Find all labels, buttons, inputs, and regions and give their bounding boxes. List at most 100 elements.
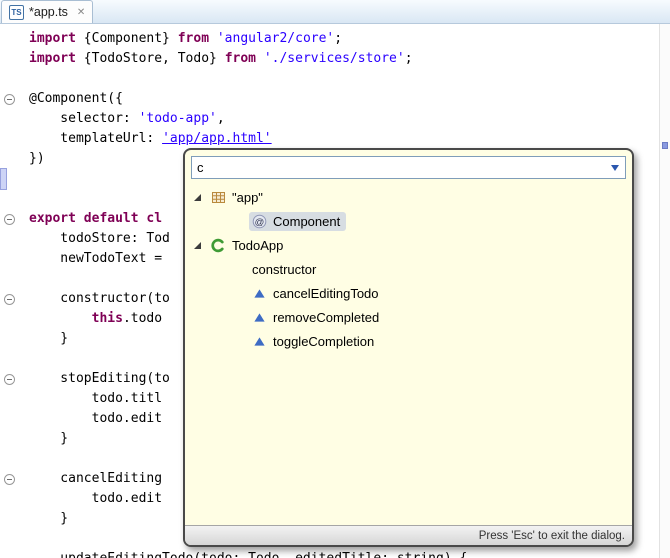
tab-app-ts[interactable]: TS *app.ts ✕ bbox=[1, 0, 94, 23]
gutter-cell bbox=[0, 109, 18, 129]
dropdown-arrow-icon[interactable] bbox=[611, 164, 619, 171]
gutter-cell bbox=[0, 329, 18, 349]
dialog-status-bar: Press 'Esc' to exit the dialog. bbox=[185, 525, 632, 545]
tree-item-content: constructor bbox=[249, 260, 322, 279]
gutter-cell bbox=[0, 529, 18, 549]
outline-tree: "app" @ Component TodoApp constructor cancelE… bbox=[185, 182, 632, 353]
code-text: cancelEditing bbox=[29, 471, 163, 486]
ruler-annotation-marker[interactable] bbox=[662, 142, 668, 149]
gutter-cell bbox=[0, 69, 18, 89]
method-icon bbox=[252, 286, 267, 301]
code-text: todoStore: Tod bbox=[29, 231, 170, 246]
ide-window: TS *app.ts ✕ import {Component} from 'an… bbox=[0, 0, 670, 558]
method-icon bbox=[252, 334, 267, 349]
code-text: export default cl bbox=[29, 211, 163, 226]
tree-item-content: TodoApp bbox=[208, 236, 289, 255]
code-text: todo.titl bbox=[29, 391, 163, 406]
gutter-cell bbox=[0, 129, 18, 149]
fold-collapse-icon[interactable] bbox=[0, 369, 18, 389]
gutter-cell bbox=[0, 49, 18, 69]
gutter-cell bbox=[0, 489, 18, 509]
outline-item-togglecompletion[interactable]: toggleCompletion bbox=[189, 329, 628, 353]
code-line[interactable] bbox=[0, 69, 670, 89]
tree-item-label: toggleCompletion bbox=[273, 333, 375, 349]
dialog-status-text: Press 'Esc' to exit the dialog. bbox=[478, 529, 625, 542]
class-icon bbox=[211, 238, 226, 253]
tree-item-content: removeCompleted bbox=[249, 308, 385, 327]
code-line[interactable]: @Component({ bbox=[0, 89, 670, 109]
code-text: todo.edit bbox=[29, 411, 163, 426]
code-line[interactable]: import {TodoStore, Todo} from './service… bbox=[0, 49, 670, 69]
code-text: templateUrl: 'app/app.html' bbox=[29, 131, 272, 146]
fold-collapse-icon[interactable] bbox=[0, 89, 18, 109]
fold-collapse-icon[interactable] bbox=[0, 289, 18, 309]
tab-close-icon[interactable]: ✕ bbox=[77, 7, 85, 18]
tree-item-content: "app" bbox=[208, 188, 269, 207]
tree-item-label: constructor bbox=[252, 261, 317, 277]
code-text: import {TodoStore, Todo} from './service… bbox=[29, 51, 413, 66]
outline-item-constructor[interactable]: constructor bbox=[189, 257, 628, 281]
tab-title: *app.ts bbox=[29, 5, 68, 19]
code-text: } bbox=[29, 431, 69, 446]
outline-filter-row bbox=[191, 156, 626, 179]
code-text: import {Component} from 'angular2/core'; bbox=[29, 31, 343, 46]
gutter-cell bbox=[0, 349, 18, 369]
expand-collapse-icon[interactable] bbox=[194, 241, 201, 249]
gutter-cell bbox=[0, 29, 18, 49]
gutter-cell bbox=[0, 549, 18, 558]
code-text: }) bbox=[29, 151, 45, 166]
annotation-icon: @ bbox=[252, 214, 267, 229]
code-text: constructor(to bbox=[29, 291, 170, 306]
code-text: this.todo bbox=[91, 311, 163, 326]
code-text: } bbox=[29, 331, 69, 346]
outline-filter-input[interactable] bbox=[192, 160, 611, 175]
expand-collapse-icon[interactable] bbox=[194, 193, 201, 201]
module-icon bbox=[211, 190, 226, 205]
code-text: newTodoText = bbox=[29, 251, 170, 266]
gutter-cell bbox=[0, 429, 18, 449]
gutter-cell bbox=[0, 309, 18, 329]
outline-item-removecompleted[interactable]: removeCompleted bbox=[189, 305, 628, 329]
outline-item-canceleditingtodo[interactable]: cancelEditingTodo bbox=[189, 281, 628, 305]
gutter-cell bbox=[0, 149, 18, 169]
gutter-cell bbox=[0, 449, 18, 469]
gutter-cell bbox=[0, 269, 18, 289]
tree-item-label: Component bbox=[273, 213, 341, 229]
gutter-cell bbox=[0, 249, 18, 269]
code-text: updateEditingTodo(todo: Todo, editedTitl… bbox=[18, 549, 467, 558]
code-line[interactable]: import {Component} from 'angular2/core'; bbox=[0, 29, 670, 49]
gutter-cell bbox=[0, 229, 18, 249]
fold-collapse-icon[interactable] bbox=[0, 209, 18, 229]
gutter-cell bbox=[0, 389, 18, 409]
outline-item-todoapp[interactable]: TodoApp bbox=[189, 233, 628, 257]
method-icon bbox=[252, 310, 267, 325]
code-line[interactable]: updateEditingTodo(todo: Todo, editedTitl… bbox=[0, 549, 670, 558]
gutter-cell bbox=[0, 409, 18, 429]
typescript-file-icon: TS bbox=[9, 4, 24, 20]
tree-item-label: removeCompleted bbox=[273, 309, 380, 325]
svg-text:@: @ bbox=[255, 217, 265, 228]
tree-item-label: "app" bbox=[232, 189, 263, 205]
tree-item-label: TodoApp bbox=[232, 237, 284, 253]
outline-item-component[interactable]: @ Component bbox=[189, 209, 628, 233]
overview-ruler[interactable] bbox=[659, 24, 670, 558]
gutter-cell bbox=[0, 189, 18, 209]
outline-item-app[interactable]: "app" bbox=[189, 185, 628, 209]
fold-collapse-icon[interactable] bbox=[0, 469, 18, 489]
code-text: @Component({ bbox=[29, 91, 123, 106]
tree-item-label: cancelEditingTodo bbox=[273, 285, 379, 301]
code-line[interactable]: selector: 'todo-app', bbox=[0, 109, 670, 129]
code-line[interactable]: templateUrl: 'app/app.html' bbox=[0, 129, 670, 149]
range-indicator-marker bbox=[0, 168, 7, 190]
editor-tab-bar: TS *app.ts ✕ bbox=[0, 0, 670, 24]
code-text: selector: 'todo-app', bbox=[29, 111, 225, 126]
quick-outline-dialog: "app" @ Component TodoApp constructor cancelE… bbox=[183, 148, 634, 547]
code-text: stopEditing(to bbox=[29, 371, 170, 386]
